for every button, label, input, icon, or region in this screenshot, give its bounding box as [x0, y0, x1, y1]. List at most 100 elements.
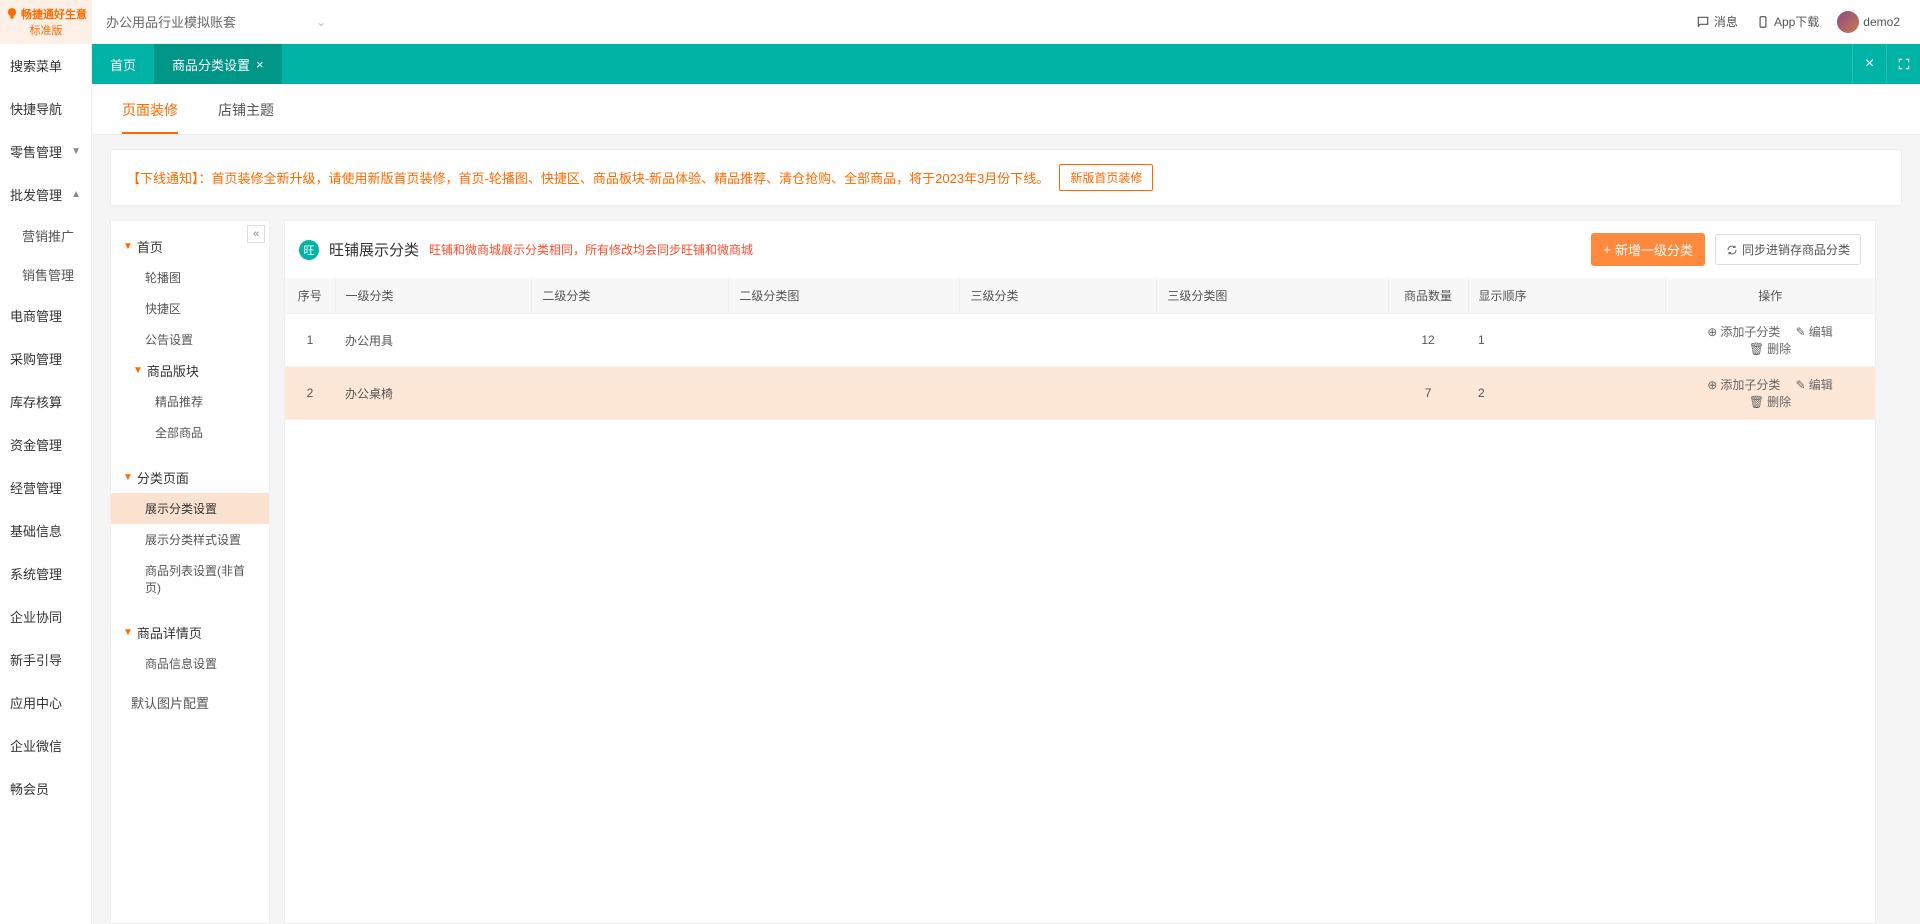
cell-cat1: 办公桌椅: [335, 367, 532, 420]
caret-up-icon: ▲: [71, 189, 81, 200]
col-cat2-img: 二级分类图: [729, 278, 960, 314]
cell-cat1: 办公用具: [335, 314, 532, 367]
nav-label: 经营管理: [10, 478, 62, 497]
nav-member[interactable]: 畅会员: [0, 767, 91, 810]
nav-quick-nav[interactable]: 快捷导航: [0, 87, 91, 130]
tree-group-goods-detail[interactable]: ▼商品详情页: [111, 617, 269, 648]
cell-cat2-img: [729, 314, 960, 367]
phone-icon: [1756, 15, 1770, 29]
op-add-child[interactable]: ⊕添加子分类: [1707, 323, 1780, 340]
tree-label: 分类页面: [137, 468, 189, 487]
tree-item-goods-list-setting[interactable]: 商品列表设置(非首页): [111, 555, 269, 603]
op-label: 添加子分类: [1720, 323, 1780, 340]
nav-app-center[interactable]: 应用中心: [0, 681, 91, 724]
nav-marketing[interactable]: 营销推广: [0, 216, 91, 255]
tree-item-announce[interactable]: 公告设置: [111, 324, 269, 355]
cell-cat3: [960, 314, 1157, 367]
subtabs: 页面装修 店铺主题: [92, 84, 1920, 135]
tree-item-default-image[interactable]: 默认图片配置: [111, 683, 269, 722]
scrollbar[interactable]: [1890, 220, 1902, 924]
add-top-category-button[interactable]: + 新增一级分类: [1591, 233, 1705, 266]
tab-label: 首页: [110, 55, 136, 74]
subtab-page-decor[interactable]: 页面装修: [122, 84, 178, 134]
table-area: 旺 旺铺展示分类 旺铺和微商城展示分类相同，所有修改均会同步旺铺和微商城 + 新…: [284, 220, 1876, 924]
plus-circle-icon: ⊕: [1707, 325, 1717, 339]
notice-new-version-button[interactable]: 新版首页装修: [1059, 164, 1153, 191]
sync-icon: [1726, 244, 1738, 256]
nav-label: 基础信息: [10, 521, 62, 540]
triangle-down-icon: ▼: [123, 627, 133, 638]
nav-retail[interactable]: 零售管理▼: [0, 130, 91, 173]
op-delete[interactable]: 🗑删除: [1749, 393, 1791, 410]
table-subtitle: 旺铺和微商城展示分类相同，所有修改均会同步旺铺和微商城: [429, 241, 753, 258]
tree-item-carousel[interactable]: 轮播图: [111, 262, 269, 293]
app-download-label: App下载: [1774, 13, 1819, 30]
cell-cat3: [960, 367, 1157, 420]
nav-wholesale[interactable]: 批发管理 ▲: [0, 173, 91, 216]
close-icon[interactable]: ×: [256, 57, 264, 72]
nav-label: 快捷导航: [10, 99, 62, 118]
triangle-down-icon: ▼: [123, 241, 133, 252]
nav-enterprise[interactable]: 企业协同: [0, 595, 91, 638]
title-badge-icon: 旺: [299, 240, 319, 260]
cell-cat3-img: [1157, 367, 1388, 420]
cell-ops: ⊕添加子分类 ✎编辑 🗑删除: [1665, 314, 1875, 367]
tab-home[interactable]: 首页: [92, 44, 154, 84]
op-add-child[interactable]: ⊕添加子分类: [1707, 376, 1780, 393]
nav-ecommerce[interactable]: 电商管理: [0, 294, 91, 337]
nav-inventory[interactable]: 库存核算: [0, 380, 91, 423]
message-icon: [1696, 15, 1710, 29]
sync-category-button[interactable]: 同步进销存商品分类: [1715, 234, 1861, 265]
tab-bar: 首页 商品分类设置 × ×: [92, 44, 1920, 84]
tree-group-category-page[interactable]: ▼ 分类页面: [111, 462, 269, 493]
tab-close-all[interactable]: ×: [1852, 44, 1886, 84]
tab-fullscreen[interactable]: [1886, 44, 1920, 84]
op-edit[interactable]: ✎编辑: [1796, 376, 1833, 393]
nav-label: 电商管理: [10, 306, 62, 325]
op-label: 删除: [1767, 393, 1791, 410]
tree-item-display-style[interactable]: 展示分类样式设置: [111, 524, 269, 555]
op-delete[interactable]: 🗑删除: [1749, 340, 1791, 357]
op-edit[interactable]: ✎编辑: [1796, 323, 1833, 340]
tree-item-featured[interactable]: 精品推荐: [111, 386, 269, 417]
cell-count: 7: [1388, 367, 1468, 420]
cell-count: 12: [1388, 314, 1468, 367]
messages-link[interactable]: 消息: [1696, 13, 1738, 30]
plus-icon: +: [1603, 242, 1611, 257]
nav-sales[interactable]: 销售管理: [0, 255, 91, 294]
brand-logo-icon: [5, 7, 19, 21]
tab-category-settings[interactable]: 商品分类设置 ×: [154, 44, 282, 84]
tree-item-all-goods[interactable]: 全部商品: [111, 417, 269, 448]
tree-group-goods-block[interactable]: ▼商品版块: [111, 355, 269, 386]
tree-item-display-category[interactable]: 展示分类设置: [111, 493, 269, 524]
tree-item-quick[interactable]: 快捷区: [111, 293, 269, 324]
plus-circle-icon: ⊕: [1707, 378, 1717, 392]
tree-group-home[interactable]: ▼ 首页: [111, 231, 269, 262]
nav-wechat[interactable]: 企业微信: [0, 724, 91, 767]
collapse-handle[interactable]: «: [247, 225, 265, 243]
nav-search-menu[interactable]: 搜索菜单: [0, 44, 91, 87]
nav-system[interactable]: 系统管理: [0, 552, 91, 595]
trash-icon: 🗑: [1749, 342, 1764, 356]
nav-label: 批发管理: [10, 185, 62, 204]
account-selector-label: 办公用品行业模拟账套: [106, 12, 236, 31]
nav-newbie[interactable]: 新手引导: [0, 638, 91, 681]
tree-label: 首页: [137, 237, 163, 256]
triangle-down-icon: ▼: [123, 472, 133, 483]
nav-funds[interactable]: 资金管理: [0, 423, 91, 466]
app-download-link[interactable]: App下载: [1756, 13, 1819, 30]
user-menu[interactable]: demo2: [1837, 11, 1900, 33]
subtab-shop-theme[interactable]: 店铺主题: [218, 84, 274, 134]
table-row: 2 办公桌椅 7 2 ⊕添加子分类: [285, 367, 1875, 420]
tree-label: 商品版块: [147, 361, 199, 380]
cell-cat2-img: [729, 367, 960, 420]
cell-seq: 1: [285, 314, 335, 367]
nav-basic-info[interactable]: 基础信息: [0, 509, 91, 552]
op-label: 删除: [1767, 340, 1791, 357]
account-selector[interactable]: 办公用品行业模拟账套 ⌄: [106, 12, 326, 31]
nav-operations[interactable]: 经营管理: [0, 466, 91, 509]
tree-item-goods-info-setting[interactable]: 商品信息设置: [111, 648, 269, 679]
op-label: 编辑: [1809, 376, 1833, 393]
brand-edition: 标准版: [30, 22, 63, 38]
nav-purchase[interactable]: 采购管理: [0, 337, 91, 380]
